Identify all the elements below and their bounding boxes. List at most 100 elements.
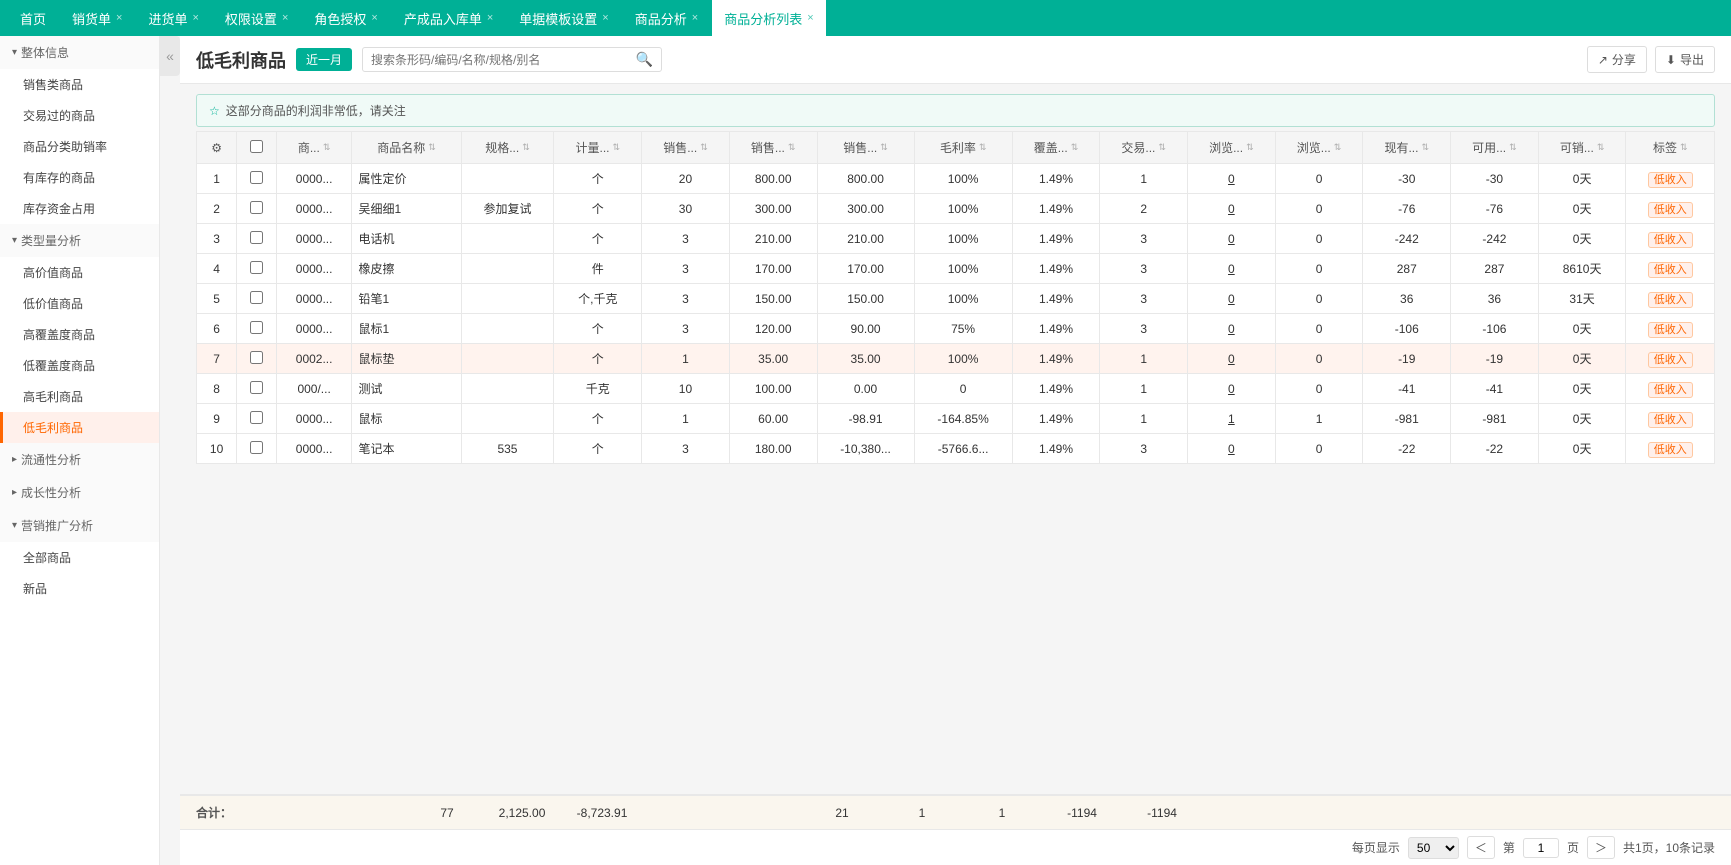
col-coverage[interactable]: 覆盖...⇅ xyxy=(1012,132,1100,164)
cell-browse1[interactable]: 0 xyxy=(1188,344,1276,374)
cell-browse1[interactable]: 0 xyxy=(1188,224,1276,254)
col-tag[interactable]: 标签⇅ xyxy=(1626,132,1715,164)
col-spec[interactable]: 规格...⇅ xyxy=(461,132,554,164)
cell-checkbox[interactable] xyxy=(237,404,277,434)
sidebar-item-high-value[interactable]: 高价值商品 xyxy=(0,257,159,288)
cell-checkbox[interactable] xyxy=(237,434,277,464)
row-checkbox[interactable] xyxy=(250,291,263,304)
col-name[interactable]: 商品名称⇅ xyxy=(352,132,461,164)
cell-name[interactable]: 鼠标 xyxy=(352,404,461,434)
sidebar-item-inventory-capital[interactable]: 库存资金占用 xyxy=(0,193,159,224)
col-gross-rate[interactable]: 毛利率⇅ xyxy=(914,132,1012,164)
cell-browse1[interactable]: 0 xyxy=(1188,164,1276,194)
per-page-select[interactable]: 50 100 200 xyxy=(1408,837,1459,859)
col-current-stock[interactable]: 现有...⇅ xyxy=(1363,132,1451,164)
col-available[interactable]: 可用...⇅ xyxy=(1451,132,1539,164)
cell-browse1[interactable]: 0 xyxy=(1188,284,1276,314)
nav-item-home[interactable]: 首页 xyxy=(8,0,58,36)
prev-page-button[interactable]: ＜ xyxy=(1467,836,1495,859)
close-icon[interactable]: × xyxy=(371,12,377,24)
cell-browse1[interactable]: 1 xyxy=(1188,404,1276,434)
export-button[interactable]: ⬇ 导出 xyxy=(1655,46,1715,73)
nav-item-product-in[interactable]: 产成品入库单 × xyxy=(392,0,505,36)
cell-name[interactable]: 吴细细1 xyxy=(352,194,461,224)
nav-item-analysis[interactable]: 商品分析 × xyxy=(623,0,710,36)
cell-browse1[interactable]: 0 xyxy=(1188,434,1276,464)
next-page-button[interactable]: ＞ xyxy=(1587,836,1615,859)
nav-item-sales[interactable]: 销货单 × xyxy=(60,0,134,36)
share-button[interactable]: ↗ 分享 xyxy=(1587,46,1647,73)
cell-checkbox[interactable] xyxy=(237,344,277,374)
col-sellable[interactable]: 可销...⇅ xyxy=(1538,132,1626,164)
sidebar-group-type[interactable]: ▾ 类型量分析 xyxy=(0,224,159,257)
col-unit[interactable]: 计量...⇅ xyxy=(554,132,642,164)
cell-browse1[interactable]: 0 xyxy=(1188,374,1276,404)
nav-item-template[interactable]: 单据模板设置 × xyxy=(507,0,620,36)
cell-name[interactable]: 电话机 xyxy=(352,224,461,254)
sidebar-item-low-coverage[interactable]: 低覆盖度商品 xyxy=(0,350,159,381)
sidebar-item-sales-goods[interactable]: 销售类商品 xyxy=(0,69,159,100)
cell-checkbox[interactable] xyxy=(237,284,277,314)
row-checkbox[interactable] xyxy=(250,171,263,184)
cell-browse1[interactable]: 0 xyxy=(1188,194,1276,224)
search-icon[interactable]: 🔍 xyxy=(636,51,653,68)
sidebar-item-low-value[interactable]: 低价值商品 xyxy=(0,288,159,319)
close-icon[interactable]: × xyxy=(192,12,198,24)
nav-item-analysis-list[interactable]: 商品分析列表 × xyxy=(712,0,825,36)
row-checkbox[interactable] xyxy=(250,201,263,214)
close-icon[interactable]: × xyxy=(692,12,698,24)
sidebar-collapse-button[interactable]: « xyxy=(160,36,180,76)
sidebar-item-all-goods[interactable]: 全部商品 xyxy=(0,542,159,573)
sidebar-item-low-margin[interactable]: 低毛利商品 xyxy=(0,412,159,443)
row-checkbox[interactable] xyxy=(250,441,263,454)
col-sales-amount[interactable]: 销售...⇅ xyxy=(817,132,914,164)
sidebar-item-new-goods[interactable]: 新品 xyxy=(0,573,159,604)
sidebar-group-growth[interactable]: ▸ 成长性分析 xyxy=(0,476,159,509)
cell-checkbox[interactable] xyxy=(237,194,277,224)
close-icon[interactable]: × xyxy=(807,12,813,24)
cell-checkbox[interactable] xyxy=(237,164,277,194)
sidebar-item-high-margin[interactable]: 高毛利商品 xyxy=(0,381,159,412)
cell-name[interactable]: 属性定价 xyxy=(352,164,461,194)
close-icon[interactable]: × xyxy=(602,12,608,24)
col-sales-price[interactable]: 销售...⇅ xyxy=(729,132,817,164)
sidebar-item-stocked-goods[interactable]: 有库存的商品 xyxy=(0,162,159,193)
row-checkbox[interactable] xyxy=(250,231,263,244)
col-trade[interactable]: 交易...⇅ xyxy=(1100,132,1188,164)
cell-name[interactable]: 铅笔1 xyxy=(352,284,461,314)
cell-name[interactable]: 笔记本 xyxy=(352,434,461,464)
search-input[interactable] xyxy=(371,53,636,67)
cell-checkbox[interactable] xyxy=(237,374,277,404)
sidebar-group-marketing[interactable]: ▾ 营销推广分析 xyxy=(0,509,159,542)
col-browse1[interactable]: 浏览...⇅ xyxy=(1188,132,1276,164)
sidebar-item-category-rate[interactable]: 商品分类助销率 xyxy=(0,131,159,162)
filter-button[interactable]: 近一月 xyxy=(296,48,352,71)
nav-item-permission[interactable]: 权限设置 × xyxy=(213,0,300,36)
row-checkbox[interactable] xyxy=(250,381,263,394)
page-input[interactable] xyxy=(1523,838,1559,858)
cell-browse1[interactable]: 0 xyxy=(1188,314,1276,344)
col-checkbox[interactable] xyxy=(237,132,277,164)
cell-name[interactable]: 鼠标垫 xyxy=(352,344,461,374)
nav-item-role[interactable]: 角色授权 × xyxy=(302,0,389,36)
col-code[interactable]: 商...⇅ xyxy=(276,132,352,164)
row-checkbox[interactable] xyxy=(250,321,263,334)
col-browse2[interactable]: 浏览...⇅ xyxy=(1275,132,1363,164)
sidebar-item-high-coverage[interactable]: 高覆盖度商品 xyxy=(0,319,159,350)
row-checkbox[interactable] xyxy=(250,351,263,364)
table-container[interactable]: ⚙ 商...⇅ 商品名称⇅ 规格...⇅ 计量...⇅ 销售...⇅ 销售...… xyxy=(180,131,1731,794)
close-icon[interactable]: × xyxy=(282,12,288,24)
cell-name[interactable]: 橡皮擦 xyxy=(352,254,461,284)
col-sales-qty[interactable]: 销售...⇅ xyxy=(642,132,730,164)
cell-checkbox[interactable] xyxy=(237,314,277,344)
sidebar-group-circulation[interactable]: ▸ 流通性分析 xyxy=(0,443,159,476)
close-icon[interactable]: × xyxy=(487,12,493,24)
row-checkbox[interactable] xyxy=(250,411,263,424)
cell-browse1[interactable]: 0 xyxy=(1188,254,1276,284)
cell-checkbox[interactable] xyxy=(237,254,277,284)
cell-name[interactable]: 测试 xyxy=(352,374,461,404)
col-settings[interactable]: ⚙ xyxy=(197,132,237,164)
close-icon[interactable]: × xyxy=(116,12,122,24)
sidebar-group-overall[interactable]: ▾ 整体信息 xyxy=(0,36,159,69)
nav-item-purchase[interactable]: 进货单 × xyxy=(136,0,210,36)
